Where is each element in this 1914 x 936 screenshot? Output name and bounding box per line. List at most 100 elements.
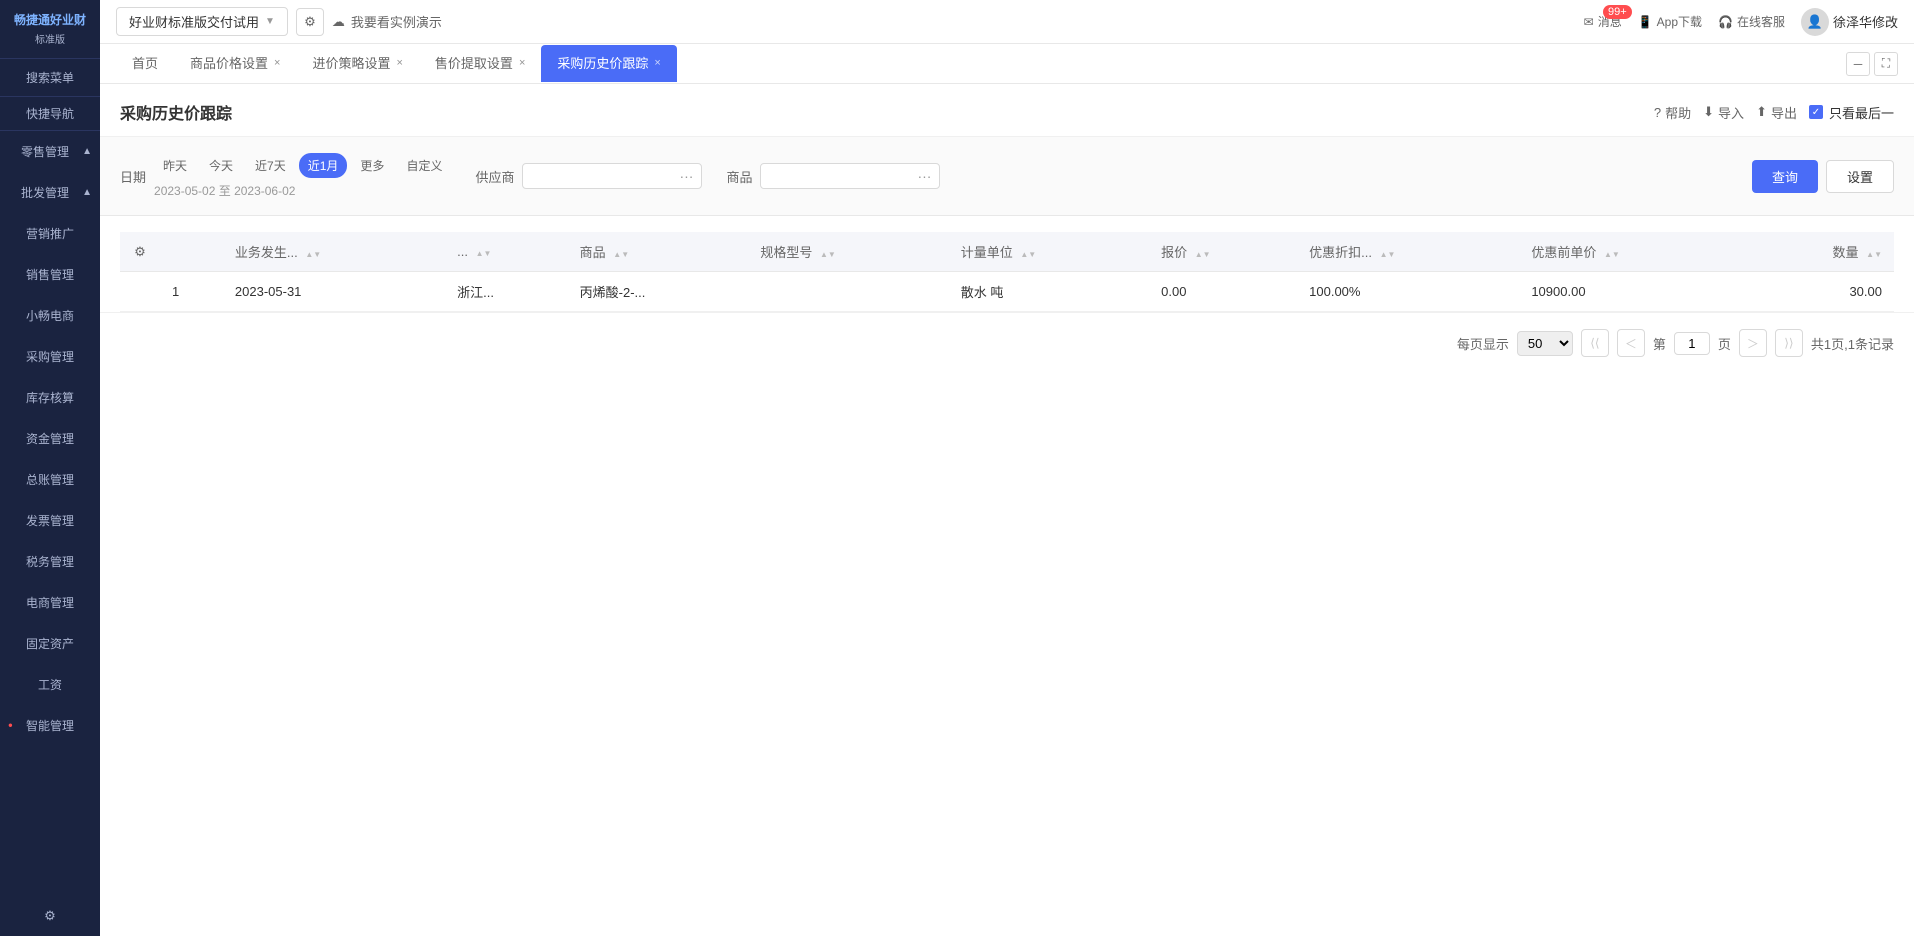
message-badge: 99+ (1603, 5, 1632, 19)
date-btn-custom[interactable]: 自定义 (397, 153, 451, 178)
sidebar-item-tax[interactable]: 税务管理 (0, 541, 100, 582)
tab-sale-price[interactable]: 售价提取设置 × (419, 45, 541, 82)
date-buttons: 昨天 今天 近7天 近1月 更多 自定义 (154, 153, 451, 178)
product-input[interactable]: ··· (760, 163, 940, 189)
import-button[interactable]: ⬇ 导入 (1703, 103, 1744, 122)
tab-sale-price-close[interactable]: × (519, 57, 525, 69)
pagination: 每页显示 50 100 200 ⟨⟨ ＜ 第 页 ＞ ⟩⟩ 共1页,1条记录 (100, 312, 1914, 373)
date-btn-yesterday[interactable]: 昨天 (154, 153, 196, 178)
col-spec[interactable]: 规格型号 ▲▼ (748, 232, 948, 272)
cloud-icon: ☁ (332, 14, 345, 30)
tab-purchase-history[interactable]: 采购历史价跟踪 × (541, 45, 676, 82)
col-pre-discount-price[interactable]: 优惠前单价 ▲▼ (1519, 232, 1746, 272)
col-business-date[interactable]: 业务发生... ▲▼ (223, 232, 445, 272)
sidebar-item-ecommerce[interactable]: 电商管理 (0, 582, 100, 623)
filter-actions: 查询 设置 (1752, 160, 1894, 193)
row-settings-cell (120, 272, 160, 312)
sidebar-item-general[interactable]: 总账管理 (0, 459, 100, 500)
sidebar-search[interactable]: 搜索菜单 (0, 59, 100, 97)
supplier-expand-icon[interactable]: ··· (679, 168, 693, 184)
tab-price-strategy[interactable]: 进价策略设置 × (296, 45, 418, 82)
sidebar-item-payroll[interactable]: 工资 (0, 664, 100, 705)
date-range-display: 2023-05-02 至 2023-06-02 (154, 182, 451, 199)
col-unit[interactable]: 计量单位 ▲▼ (949, 232, 1149, 272)
tab-purchase-history-close[interactable]: × (654, 57, 660, 69)
sidebar-item-fixed-assets[interactable]: 固定资产 (0, 623, 100, 664)
user-name: 徐泽华修改 (1833, 12, 1898, 31)
sidebar-item-marketing[interactable]: 营销推广 (0, 213, 100, 254)
supplier-input[interactable]: ··· (522, 163, 702, 189)
pagination-next-button[interactable]: ＞ (1739, 329, 1767, 357)
col-settings[interactable]: ⚙ (120, 232, 160, 272)
row-extra-cell: 浙江... (445, 272, 568, 312)
page-input[interactable] (1674, 332, 1710, 355)
only-last-label: 只看最后一 (1829, 103, 1894, 122)
sidebar-item-retail[interactable]: 零售管理 ▲ (0, 131, 100, 172)
sidebar-item-finance[interactable]: 资金管理 (0, 418, 100, 459)
tab-minimize-button[interactable]: ─ (1846, 52, 1870, 76)
version-selector[interactable]: 好业财标准版交付试用 ▼ (116, 7, 288, 36)
sidebar-logo: 畅捷通好业财 标准版 (0, 0, 100, 59)
gear-icon: ⚙ (134, 244, 146, 259)
page-header: 采购历史价跟踪 ? 帮助 ⬇ 导入 ⬆ 导出 ✓ 只看最后一 (100, 84, 1914, 137)
help-button[interactable]: ? 帮助 (1654, 103, 1691, 122)
sidebar-quick-nav[interactable]: 快捷导航 (0, 97, 100, 131)
avatar: 👤 (1801, 8, 1829, 36)
tab-price-strategy-close[interactable]: × (396, 57, 402, 69)
filter-area: 日期 昨天 今天 近7天 近1月 更多 自定义 2023-05-02 至 202… (100, 137, 1914, 216)
pagination-last-button[interactable]: ⟩⟩ (1775, 329, 1803, 357)
pagination-total-info: 共1页,1条记录 (1811, 334, 1894, 353)
tab-bar: 首页 商品价格设置 × 进价策略设置 × 售价提取设置 × 采购历史价跟踪 × … (100, 44, 1914, 84)
sidebar-item-purchase[interactable]: 采购管理 (0, 336, 100, 377)
date-btn-today[interactable]: 今天 (200, 153, 242, 178)
app-download-label: App下载 (1657, 13, 1702, 30)
product-expand-icon[interactable]: ··· (917, 168, 931, 184)
table-container: ⚙ 业务发生... ▲▼ ... ▲▼ 商品 ▲▼ (100, 232, 1914, 312)
sidebar-item-wholesale[interactable]: 批发管理 ▲ (0, 172, 100, 213)
sidebar-item-sales[interactable]: 销售管理 (0, 254, 100, 295)
online-service-label: 在线客服 (1737, 13, 1785, 30)
sidebar-item-ecommerce-small[interactable]: 小畅电商 (0, 295, 100, 336)
sidebar-item-smart[interactable]: 智能管理 (0, 705, 100, 746)
sidebar: 畅捷通好业财 标准版 搜索菜单 快捷导航 零售管理 ▲ 批发管理 ▲ 营销推广 … (0, 0, 100, 936)
tab-maximize-button[interactable]: ⛶ (1874, 52, 1898, 76)
online-service-button[interactable]: 🎧 在线客服 (1718, 13, 1785, 30)
app-download-button[interactable]: 📱 App下载 (1638, 13, 1702, 30)
sidebar-gear-icon[interactable]: ⚙ (0, 896, 100, 936)
per-page-select[interactable]: 50 100 200 (1517, 331, 1573, 356)
demo-label: 我要看实例演示 (351, 12, 442, 31)
export-button[interactable]: ⬆ 导出 (1756, 103, 1797, 122)
user-menu[interactable]: 👤 徐泽华修改 (1801, 8, 1898, 36)
sidebar-item-invoice[interactable]: 发票管理 (0, 500, 100, 541)
settings-button[interactable]: 设置 (1826, 160, 1894, 193)
date-btn-more[interactable]: 更多 (351, 153, 393, 178)
sidebar-item-inventory[interactable]: 库存核算 (0, 377, 100, 418)
col-index (160, 232, 223, 272)
date-filter-label: 日期 (120, 167, 146, 186)
col-discount[interactable]: 优惠折扣... ▲▼ (1297, 232, 1519, 272)
tab-home[interactable]: 首页 (116, 45, 174, 82)
page-title: 采购历史价跟踪 (120, 100, 232, 124)
page-label: 第 (1653, 334, 1666, 353)
message-button[interactable]: ✉ 消息 99+ (1584, 13, 1622, 30)
sort-icon-unit: ▲▼ (1020, 250, 1036, 259)
page-content: 采购历史价跟踪 ? 帮助 ⬇ 导入 ⬆ 导出 ✓ 只看最后一 (100, 84, 1914, 936)
col-extra[interactable]: ... ▲▼ (445, 232, 568, 272)
col-quantity[interactable]: 数量 ▲▼ (1746, 232, 1894, 272)
topbar-settings-icon[interactable]: ⚙ (296, 8, 324, 36)
only-last-checkbox[interactable]: ✓ 只看最后一 (1809, 103, 1894, 122)
pagination-prev-button[interactable]: ＜ (1617, 329, 1645, 357)
export-icon: ⬆ (1756, 104, 1767, 120)
query-button[interactable]: 查询 (1752, 160, 1818, 193)
row-unit-cell: 散水 吨 (949, 272, 1149, 312)
date-btn-1month[interactable]: 近1月 (299, 153, 348, 178)
topbar-demo[interactable]: ☁ 我要看实例演示 (332, 12, 442, 31)
tab-product-price-close[interactable]: × (274, 57, 280, 69)
col-product[interactable]: 商品 ▲▼ (568, 232, 749, 272)
tab-price-strategy-label: 进价策略设置 (312, 53, 390, 72)
pagination-first-button[interactable]: ⟨⟨ (1581, 329, 1609, 357)
tab-product-price[interactable]: 商品价格设置 × (174, 45, 296, 82)
row-quoted-price-cell: 0.00 (1149, 272, 1297, 312)
date-btn-7days[interactable]: 近7天 (246, 153, 295, 178)
col-quoted-price[interactable]: 报价 ▲▼ (1149, 232, 1297, 272)
